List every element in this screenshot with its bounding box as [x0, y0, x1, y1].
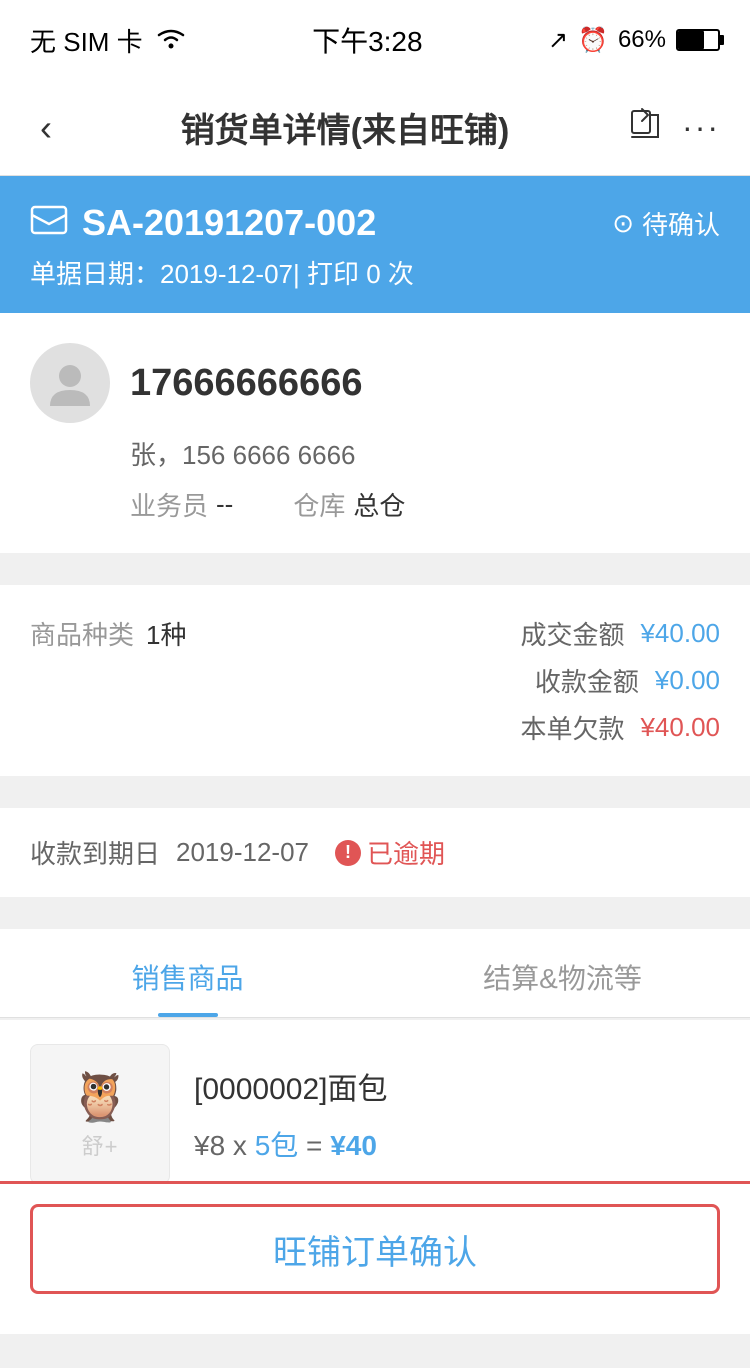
- divider-2: [0, 792, 750, 808]
- tab-settlement-logistics-label: 结算&物流等: [483, 963, 642, 994]
- order-status: ⊙ 待确认: [612, 205, 720, 242]
- print-label: | 打印 0 次: [293, 259, 414, 289]
- customer-phone: 17666666666: [130, 362, 362, 405]
- category-value: 1种: [146, 615, 186, 652]
- battery-percent: 66%: [618, 26, 666, 54]
- back-button[interactable]: ‹: [30, 97, 62, 159]
- summary-card: 商品种类 1种 成交金额 ¥40.00 收款金额 ¥0.00 本单欠款 ¥40.…: [0, 585, 750, 776]
- status-right: ↗ ⏰ 66%: [548, 26, 720, 55]
- category-label: 商品种类: [30, 615, 134, 652]
- product-brand-text: 舒+: [82, 1129, 119, 1161]
- summary-right: 成交金额 ¥40.00 收款金额 ¥0.00 本单欠款 ¥40.00: [520, 615, 720, 746]
- price-equals: =: [298, 1130, 330, 1161]
- product-price: ¥8 x 5包 = ¥40: [194, 1124, 720, 1164]
- due-date-card: 收款到期日 2019-12-07 ! 已逾期: [0, 808, 750, 897]
- price-quantity: 5包: [255, 1130, 299, 1161]
- deal-amount-label: 成交金额: [520, 615, 624, 652]
- product-image-inner: 🦉 舒+: [70, 1068, 130, 1161]
- avatar: [30, 343, 110, 423]
- sales-value: --: [216, 489, 233, 520]
- divider-3: [0, 913, 750, 929]
- battery-icon: [676, 29, 720, 51]
- divider-1: [0, 569, 750, 585]
- more-icon[interactable]: ···: [682, 109, 720, 146]
- deal-amount-row: 成交金额 ¥40.00: [520, 615, 720, 652]
- alarm-icon: ⏰: [578, 26, 608, 55]
- product-card: 🦉 舒+ [0000002]面包 ¥8 x 5包 = ¥40: [0, 1020, 750, 1208]
- status-left: 无 SIM 卡: [30, 22, 187, 59]
- customer-name: 张，156 6666 6666: [130, 435, 720, 472]
- owed-value: ¥40.00: [640, 712, 720, 743]
- owed-label: 本单欠款: [520, 709, 624, 746]
- product-info: [0000002]面包 ¥8 x 5包 = ¥40: [194, 1064, 720, 1164]
- location-icon: ↗: [548, 26, 568, 55]
- status-text: 待确认: [642, 205, 720, 242]
- sales-label: 业务员: [130, 486, 208, 523]
- carrier-label: 无 SIM 卡: [30, 22, 143, 59]
- warehouse-meta: 仓库 总仓: [293, 486, 405, 523]
- customer-card: 17666666666 张，156 6666 6666 业务员 -- 仓库 总仓: [0, 313, 750, 553]
- due-date-label: 收款到期日: [30, 834, 160, 871]
- tabs-container: 销售商品 结算&物流等: [0, 929, 750, 1018]
- customer-meta: 业务员 -- 仓库 总仓: [130, 486, 720, 523]
- summary-left: 商品种类 1种: [30, 615, 186, 652]
- product-logo-icon: 🦉: [70, 1068, 130, 1125]
- received-value: ¥0.00: [655, 665, 720, 696]
- nav-actions: ···: [628, 107, 720, 149]
- order-header: SA-20191207-002 ⊙ 待确认 单据日期：2019-12-07| 打…: [0, 176, 750, 313]
- order-id-section: SA-20191207-002: [30, 202, 376, 244]
- date-label: 单据日期：: [30, 259, 160, 289]
- date-value: 2019-12-07: [160, 259, 293, 289]
- status-bar: 无 SIM 卡 下午3:28 ↗ ⏰ 66%: [0, 0, 750, 80]
- status-time: 下午3:28: [312, 20, 423, 60]
- received-label: 收款金额: [535, 662, 639, 699]
- nav-bar: ‹ 销货单详情(来自旺铺) ···: [0, 80, 750, 176]
- due-date-value: 2019-12-07: [176, 837, 309, 868]
- price-total: ¥40: [330, 1130, 377, 1161]
- page-title: 销货单详情(来自旺铺): [181, 103, 510, 152]
- overdue-label: 已逾期: [367, 834, 445, 871]
- product-image: 🦉 舒+: [30, 1044, 170, 1184]
- received-row: 收款金额 ¥0.00: [535, 662, 720, 699]
- tabs: 销售商品 结算&物流等: [0, 929, 750, 1017]
- wifi-icon: [155, 25, 187, 56]
- product-name: [0000002]面包: [194, 1064, 720, 1108]
- clock-icon: ⊙: [612, 208, 634, 239]
- share-icon[interactable]: [628, 107, 662, 149]
- bottom-button-wrap: 旺铺订单确认: [0, 1181, 750, 1334]
- price-base: ¥8 x: [194, 1130, 255, 1161]
- order-id-text: SA-20191207-002: [82, 202, 376, 244]
- sales-meta: 业务员 --: [130, 486, 233, 523]
- warehouse-value: 总仓: [353, 486, 405, 523]
- overdue-icon: !: [335, 840, 361, 866]
- confirm-order-button[interactable]: 旺铺订单确认: [30, 1204, 720, 1294]
- tab-settlement-logistics[interactable]: 结算&物流等: [375, 929, 750, 1017]
- order-inbox-icon: [30, 202, 68, 244]
- overdue-badge: ! 已逾期: [335, 834, 445, 871]
- customer-top-row: 17666666666: [30, 343, 720, 423]
- order-date-line: 单据日期：2019-12-07| 打印 0 次: [30, 254, 720, 291]
- owed-row: 本单欠款 ¥40.00: [520, 709, 720, 746]
- warehouse-label: 仓库: [293, 486, 345, 523]
- tab-sales-products-label: 销售商品: [131, 963, 243, 994]
- deal-amount-value: ¥40.00: [640, 618, 720, 649]
- tab-sales-products[interactable]: 销售商品: [0, 929, 375, 1017]
